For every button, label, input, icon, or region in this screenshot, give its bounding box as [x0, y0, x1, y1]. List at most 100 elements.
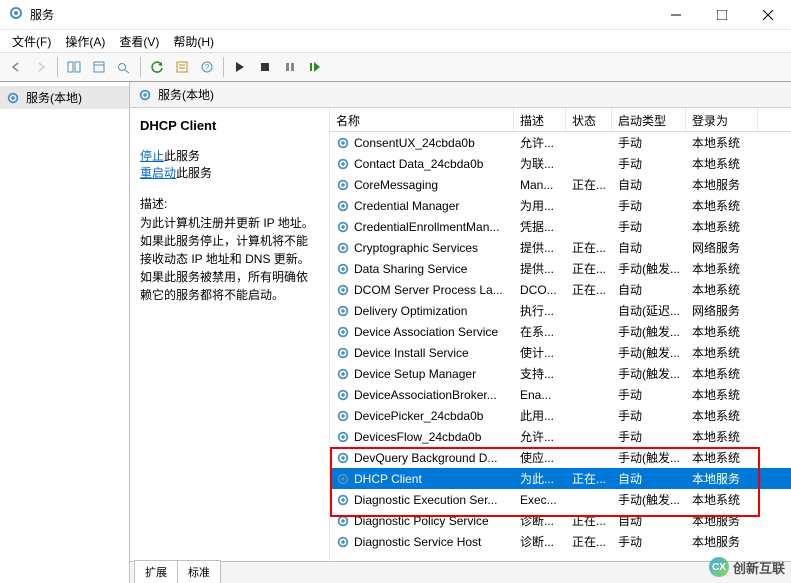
service-row[interactable]: DHCP Client为此...正在...自动本地服务 — [330, 468, 791, 489]
service-desc: 在系... — [514, 321, 566, 342]
service-logon: 本地系统 — [686, 153, 758, 174]
close-button[interactable] — [745, 0, 791, 30]
service-row[interactable]: Diagnostic Policy Service诊断...正在...自动本地服… — [330, 510, 791, 531]
service-logon: 本地系统 — [686, 342, 758, 363]
restart-button[interactable] — [303, 55, 327, 79]
service-logon: 本地服务 — [686, 531, 758, 552]
service-status — [566, 204, 612, 208]
service-status: 正在... — [566, 279, 612, 300]
service-icon — [336, 493, 350, 507]
service-startup: 手动 — [612, 195, 686, 216]
service-row[interactable]: Delivery Optimization执行...自动(延迟...网络服务 — [330, 300, 791, 321]
service-row[interactable]: Device Install Service使计...手动(触发...本地系统 — [330, 342, 791, 363]
service-row[interactable]: Device Setup Manager支持...手动(触发...本地系统 — [330, 363, 791, 384]
service-row[interactable]: DeviceAssociationBroker...Ena...手动本地系统 — [330, 384, 791, 405]
menu-file[interactable]: 文件(F) — [6, 31, 57, 52]
watermark-text: 创新互联 — [733, 558, 785, 577]
service-status: 正在... — [566, 258, 612, 279]
service-status — [566, 372, 612, 376]
help-button[interactable]: ? — [195, 55, 219, 79]
service-row[interactable]: Device Association Service在系...手动(触发...本… — [330, 321, 791, 342]
service-row[interactable]: DevicePicker_24cbda0b此用...手动本地系统 — [330, 405, 791, 426]
start-button[interactable] — [228, 55, 252, 79]
tree-pane: 服务(本地) — [0, 82, 130, 583]
service-startup: 手动 — [612, 531, 686, 552]
service-logon: 本地服务 — [686, 174, 758, 195]
service-name: DevicePicker_24cbda0b — [354, 409, 483, 423]
service-startup: 自动 — [612, 279, 686, 300]
refresh-button[interactable] — [145, 55, 169, 79]
pane-header-label: 服务(本地) — [158, 86, 214, 103]
properties-button[interactable] — [87, 55, 111, 79]
bottom-tabs: 扩展 标准 — [130, 561, 791, 583]
show-hide-button[interactable] — [62, 55, 86, 79]
desc-text: 为此计算机注册并更新 IP 地址。如果此服务停止，计算机将不能接收动态 IP 地… — [140, 214, 319, 304]
service-row[interactable]: CredentialEnrollmentMan...凭据...手动本地系统 — [330, 216, 791, 237]
service-row[interactable]: Contact Data_24cbda0b为联...手动本地系统 — [330, 153, 791, 174]
service-row[interactable]: Data Sharing Service提供...正在...手动(触发...本地… — [330, 258, 791, 279]
props-button[interactable] — [170, 55, 194, 79]
service-row[interactable]: CoreMessagingMan...正在...自动本地服务 — [330, 174, 791, 195]
service-desc: Exec... — [514, 491, 566, 509]
menu-help[interactable]: 帮助(H) — [167, 31, 220, 52]
service-startup: 手动 — [612, 405, 686, 426]
service-row[interactable]: Credential Manager为用...手动本地系统 — [330, 195, 791, 216]
service-status — [566, 330, 612, 334]
service-desc: DCO... — [514, 281, 566, 299]
col-startup[interactable]: 启动类型 — [612, 108, 686, 131]
tab-extended[interactable]: 扩展 — [134, 560, 178, 583]
service-row[interactable]: DevQuery Background D...使应...手动(触发...本地系… — [330, 447, 791, 468]
app-icon — [8, 5, 24, 24]
service-startup: 手动(触发... — [612, 258, 686, 279]
col-name[interactable]: 名称 — [330, 108, 514, 131]
maximize-button[interactable] — [699, 0, 745, 30]
tree-root-item[interactable]: 服务(本地) — [0, 86, 129, 109]
service-logon: 本地系统 — [686, 489, 758, 510]
service-name: Diagnostic Service Host — [354, 535, 481, 549]
service-status — [566, 225, 612, 229]
service-name: Diagnostic Policy Service — [354, 514, 489, 528]
service-row[interactable]: ConsentUX_24cbda0b允许...手动本地系统 — [330, 132, 791, 153]
service-icon — [336, 283, 350, 297]
detail-title: DHCP Client — [140, 118, 319, 133]
service-desc: 此用... — [514, 405, 566, 426]
service-row[interactable]: Diagnostic Execution Ser...Exec...手动(触发.… — [330, 489, 791, 510]
service-logon: 本地系统 — [686, 279, 758, 300]
col-status[interactable]: 状态 — [566, 108, 612, 131]
menu-action[interactable]: 操作(A) — [59, 31, 111, 52]
service-logon: 本地系统 — [686, 321, 758, 342]
service-desc: 诊断... — [514, 531, 566, 552]
service-icon — [336, 346, 350, 360]
service-name: Diagnostic Execution Ser... — [354, 493, 497, 507]
tab-standard[interactable]: 标准 — [177, 560, 221, 583]
service-status — [566, 456, 612, 460]
restart-link[interactable]: 重启动 — [140, 166, 176, 180]
service-status — [566, 351, 612, 355]
service-row[interactable]: DevicesFlow_24cbda0b允许...手动本地系统 — [330, 426, 791, 447]
service-icon — [336, 451, 350, 465]
minimize-button[interactable] — [653, 0, 699, 30]
service-startup: 手动 — [612, 153, 686, 174]
service-row[interactable]: Cryptographic Services提供...正在...自动网络服务 — [330, 237, 791, 258]
service-desc: 使计... — [514, 342, 566, 363]
back-button[interactable] — [4, 55, 28, 79]
service-desc: 允许... — [514, 426, 566, 447]
stop-button[interactable] — [253, 55, 277, 79]
service-status — [566, 141, 612, 145]
service-icon — [336, 262, 350, 276]
tree-root-label: 服务(本地) — [26, 89, 82, 106]
stop-link[interactable]: 停止 — [140, 149, 164, 163]
service-row[interactable]: Diagnostic Service Host诊断...正在...手动本地服务 — [330, 531, 791, 552]
forward-button[interactable] — [29, 55, 53, 79]
menu-view[interactable]: 查看(V) — [113, 31, 165, 52]
service-status — [566, 393, 612, 397]
export-button[interactable] — [112, 55, 136, 79]
service-logon: 本地系统 — [686, 216, 758, 237]
service-name: Data Sharing Service — [354, 262, 467, 276]
service-desc: 允许... — [514, 132, 566, 153]
col-logon[interactable]: 登录为 — [686, 108, 758, 131]
pause-button[interactable] — [278, 55, 302, 79]
col-desc[interactable]: 描述 — [514, 108, 566, 131]
service-icon — [336, 136, 350, 150]
service-row[interactable]: DCOM Server Process La...DCO...正在...自动本地… — [330, 279, 791, 300]
